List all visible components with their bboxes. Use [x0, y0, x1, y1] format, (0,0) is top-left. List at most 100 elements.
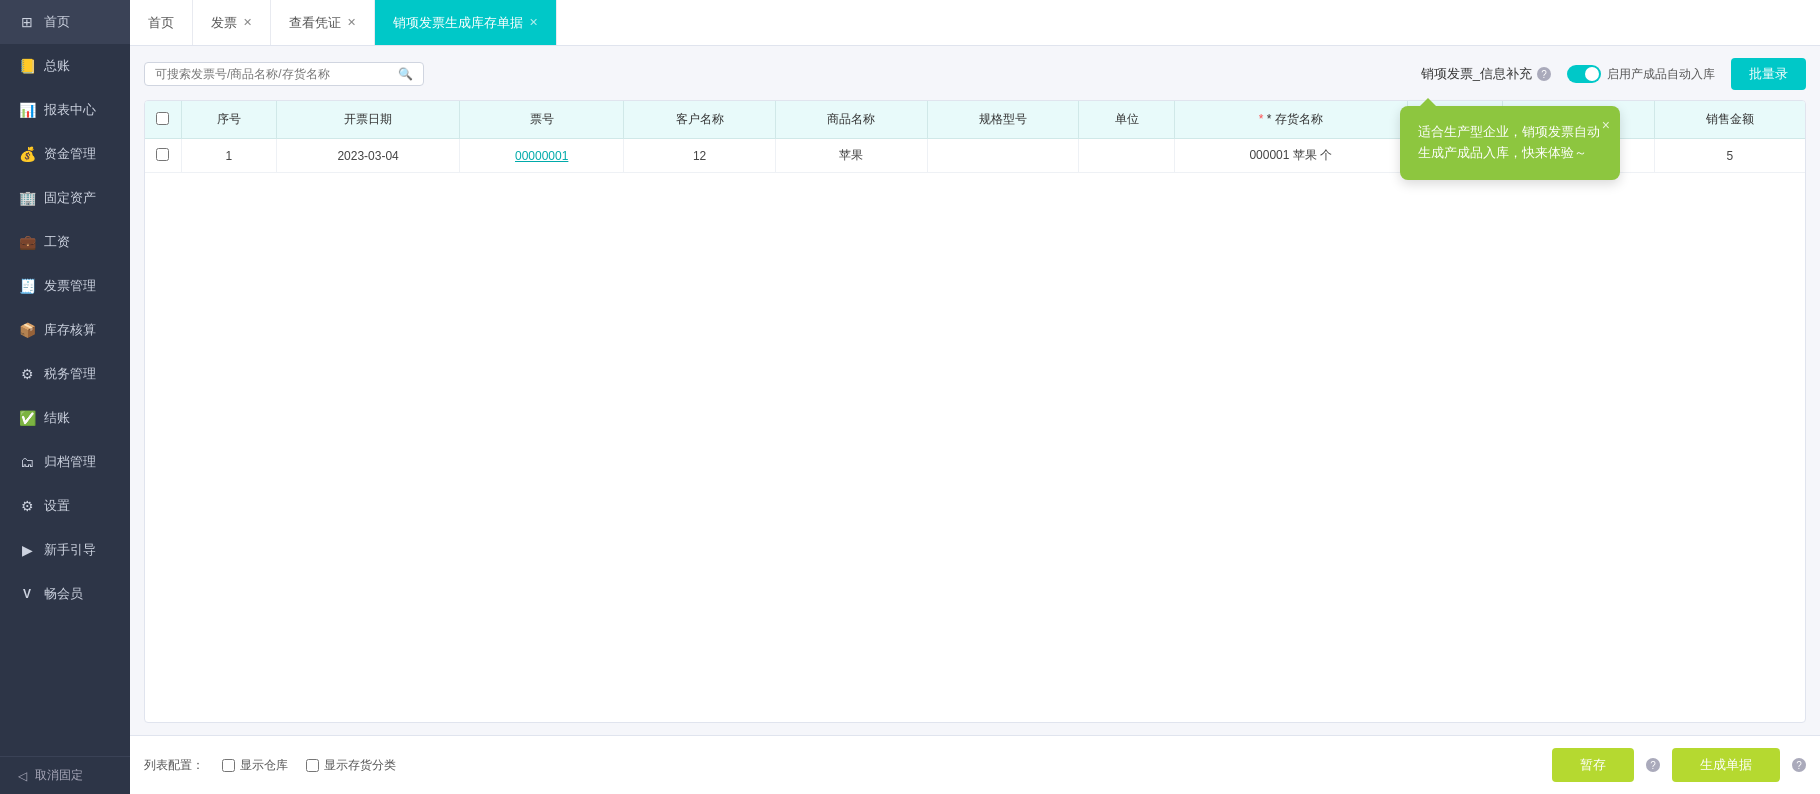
sidebar-item-label: 工资 [44, 233, 70, 251]
tab-voucher-label: 查看凭证 [289, 14, 341, 32]
tab-invoice-close[interactable]: ✕ [243, 16, 252, 29]
content-area: 🔍 销项发票_信息补充 ? 启用产成品自动入库 批量录 [130, 46, 1820, 735]
sidebar-item-guide[interactable]: ▶ 新手引导 [0, 528, 130, 572]
sidebar-item-reports[interactable]: 📊 报表中心 [0, 88, 130, 132]
generate-info-icon[interactable]: ? [1792, 758, 1806, 772]
generate-button[interactable]: 生成单据 [1672, 748, 1780, 782]
tab-invoice-label: 发票 [211, 14, 237, 32]
toggle-area: 启用产成品自动入库 [1567, 65, 1715, 83]
col-amount: 销售金额 [1654, 101, 1805, 139]
row-inventory: 000001 苹果 个 [1174, 139, 1407, 173]
sidebar-item-label: 设置 [44, 497, 70, 515]
col-ticket-no: 票号 [460, 101, 624, 139]
row-checkbox[interactable] [156, 148, 169, 161]
toggle-switch[interactable] [1567, 65, 1601, 83]
col-inventory: * * 存货名称 [1174, 101, 1407, 139]
sidebar-item-home[interactable]: ⊞ 首页 [0, 0, 130, 44]
sidebar: ⊞ 首页 📒 总账 📊 报表中心 💰 资金管理 🏢 固定资产 💼 工资 🧾 发票… [0, 0, 130, 794]
settlement-icon: ✅ [18, 410, 36, 426]
footer-left: 列表配置： 显示仓库 显示存货分类 [144, 757, 396, 774]
search-box[interactable]: 🔍 [144, 62, 424, 86]
col-date: 开票日期 [277, 101, 460, 139]
unpin-label: 取消固定 [35, 767, 83, 784]
sidebar-item-tax[interactable]: ⚙ 税务管理 [0, 352, 130, 396]
row-unit [1079, 139, 1175, 173]
tab-home-label: 首页 [148, 14, 174, 32]
main-area: 首页 发票 ✕ 查看凭证 ✕ 销项发票生成库存单据 ✕ 🔍 销项发票_信息补充 [130, 0, 1820, 794]
sidebar-item-label: 畅会员 [44, 585, 83, 603]
sidebar-item-settings[interactable]: ⚙ 设置 [0, 484, 130, 528]
tab-stock-slip[interactable]: 销项发票生成库存单据 ✕ [375, 0, 557, 45]
col-customer: 客户名称 [624, 101, 776, 139]
sidebar-item-label: 结账 [44, 409, 70, 427]
col-unit: 单位 [1079, 101, 1175, 139]
sidebar-item-salary[interactable]: 💼 工资 [0, 220, 130, 264]
row-date: 2023-03-04 [277, 139, 460, 173]
toggle-label-text: 启用产成品自动入库 [1607, 66, 1715, 83]
sidebar-unpin[interactable]: ◁ 取消固定 [0, 756, 130, 794]
tooltip-text: 适合生产型企业，销项发票自动生成产成品入库，快来体验～ [1418, 124, 1600, 160]
sidebar-item-settlement[interactable]: ✅ 结账 [0, 396, 130, 440]
ticket-link[interactable]: 00000001 [515, 149, 568, 163]
required-star: * [1259, 112, 1264, 126]
table-wrap: 序号 开票日期 票号 客户名称 商品名称 规格型号 单位 * * 存货名称 数量… [144, 100, 1806, 723]
sidebar-item-label: 总账 [44, 57, 70, 75]
sidebar-item-label: 税务管理 [44, 365, 96, 383]
info-label: 销项发票_信息补充 ? [1421, 65, 1551, 83]
select-all-checkbox[interactable] [156, 112, 169, 125]
save-info-icon[interactable]: ? [1646, 758, 1660, 772]
assets-icon: 🏢 [18, 190, 36, 206]
tab-bar: 首页 发票 ✕ 查看凭证 ✕ 销项发票生成库存单据 ✕ [130, 0, 1820, 46]
col-spec: 规格型号 [927, 101, 1079, 139]
show-category-text: 显示存货分类 [324, 757, 396, 774]
sidebar-item-assets[interactable]: 🏢 固定资产 [0, 176, 130, 220]
show-category-checkbox[interactable] [306, 759, 319, 772]
sidebar-item-archive[interactable]: 🗂 归档管理 [0, 440, 130, 484]
search-input[interactable] [155, 67, 392, 81]
batch-button[interactable]: 批量录 [1731, 58, 1806, 90]
show-category-label[interactable]: 显示存货分类 [306, 757, 396, 774]
settings-icon: ⚙ [18, 498, 36, 514]
col-product: 商品名称 [775, 101, 927, 139]
tab-voucher[interactable]: 查看凭证 ✕ [271, 0, 375, 45]
tooltip-popup: × 适合生产型企业，销项发票自动生成产成品入库，快来体验～ [1400, 106, 1620, 180]
sidebar-item-label: 报表中心 [44, 101, 96, 119]
inventory-icon: 📦 [18, 322, 36, 338]
salary-icon: 💼 [18, 234, 36, 250]
archive-icon: 🗂 [18, 454, 36, 470]
tab-voucher-close[interactable]: ✕ [347, 16, 356, 29]
show-warehouse-label[interactable]: 显示仓库 [222, 757, 288, 774]
sidebar-item-member[interactable]: V 畅会员 [0, 572, 130, 616]
toolbar-row: 🔍 销项发票_信息补充 ? 启用产成品自动入库 批量录 [144, 58, 1806, 90]
tab-home[interactable]: 首页 [130, 0, 193, 45]
show-warehouse-text: 显示仓库 [240, 757, 288, 774]
sidebar-item-label: 首页 [44, 13, 70, 31]
capital-icon: 💰 [18, 146, 36, 162]
sidebar-item-capital[interactable]: 💰 资金管理 [0, 132, 130, 176]
save-button[interactable]: 暂存 [1552, 748, 1634, 782]
home-icon: ⊞ [18, 14, 36, 30]
info-icon[interactable]: ? [1537, 67, 1551, 81]
sidebar-item-label: 发票管理 [44, 277, 96, 295]
tab-invoice[interactable]: 发票 ✕ [193, 0, 271, 45]
ledger-icon: 📒 [18, 58, 36, 74]
col-checkbox [145, 101, 181, 139]
tab-stock-slip-close[interactable]: ✕ [529, 16, 538, 29]
sidebar-item-label: 新手引导 [44, 541, 96, 559]
show-warehouse-checkbox[interactable] [222, 759, 235, 772]
col-seq: 序号 [181, 101, 277, 139]
reports-icon: 📊 [18, 102, 36, 118]
sidebar-item-inventory[interactable]: 📦 库存核算 [0, 308, 130, 352]
row-product: 苹果 [775, 139, 927, 173]
row-ticket-no[interactable]: 00000001 [460, 139, 624, 173]
row-checkbox-cell [145, 139, 181, 173]
tax-icon: ⚙ [18, 366, 36, 382]
row-amount: 5 [1654, 139, 1805, 173]
sidebar-item-invoice-mgmt[interactable]: 🧾 发票管理 [0, 264, 130, 308]
right-toolbar: 销项发票_信息补充 ? 启用产成品自动入库 批量录 [1421, 58, 1806, 90]
invoice-mgmt-icon: 🧾 [18, 278, 36, 294]
sidebar-item-label: 归档管理 [44, 453, 96, 471]
tooltip-close-button[interactable]: × [1602, 114, 1610, 136]
sidebar-item-ledger[interactable]: 📒 总账 [0, 44, 130, 88]
sidebar-item-label: 资金管理 [44, 145, 96, 163]
